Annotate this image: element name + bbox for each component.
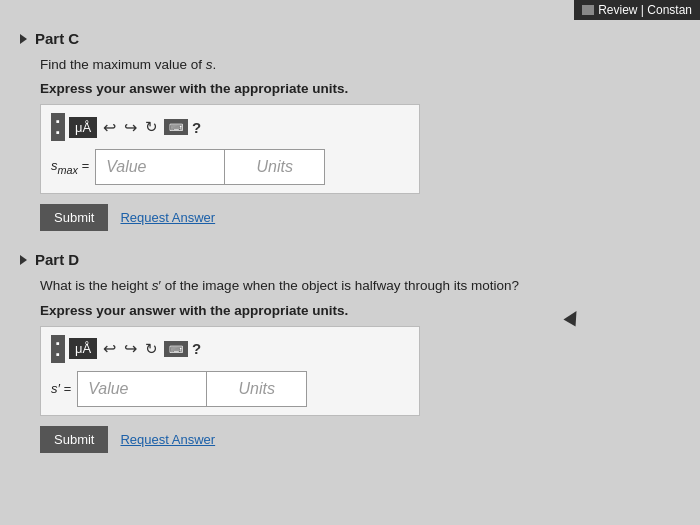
part-d-units-field[interactable]: Units (207, 371, 307, 407)
part-c-undo-btn[interactable]: ↩ (101, 118, 118, 137)
collapse-icon-c[interactable] (20, 34, 27, 44)
part-d-submit-btn[interactable]: Submit (40, 426, 108, 453)
part-c-button-row: Submit Request Answer (40, 204, 680, 231)
top-bar-label: Review | Constan (598, 3, 692, 17)
part-c-units-placeholder: Units (256, 158, 292, 176)
part-c-submit-btn[interactable]: Submit (40, 204, 108, 231)
part-c-section: Part C Find the maximum value of s. Expr… (20, 30, 680, 231)
part-c-keyboard-btn[interactable]: ⌨ (164, 119, 188, 135)
part-c-help-btn[interactable]: ? (192, 119, 201, 136)
part-c-toolbar: ▪▪ μÅ ↩ ↪ ↻ ⌨ ? (51, 113, 409, 141)
part-c-input-row: smax = Value Units (51, 149, 409, 185)
part-c-icon-box-btn[interactable]: ▪▪ (51, 113, 65, 141)
part-d-question: What is the height s′ of the image when … (40, 276, 680, 296)
part-d-answer-box: ▪▪ μÅ ↩ ↪ ↻ ⌨ ? s′ = Value (40, 326, 420, 416)
part-d-help-btn[interactable]: ? (192, 340, 201, 357)
part-c-instruction: Express your answer with the appropriate… (40, 81, 680, 96)
part-c-input-label: smax = (51, 158, 89, 176)
top-bar: Review | Constan (574, 0, 700, 20)
part-d-icon-box-btn[interactable]: ▪▪ (51, 335, 65, 363)
collapse-icon-d[interactable] (20, 255, 27, 265)
part-c-header: Part C (20, 30, 680, 47)
part-d-input-row: s′ = Value Units (51, 371, 409, 407)
part-d-input-label: s′ = (51, 381, 71, 396)
part-c-question: Find the maximum value of s. (40, 55, 680, 75)
part-c-greek-btn[interactable]: μÅ (69, 117, 97, 138)
part-d-instruction: Express your answer with the appropriate… (40, 303, 680, 318)
part-c-value-field[interactable]: Value (95, 149, 225, 185)
part-d-title: Part D (35, 251, 79, 268)
part-d-redo-btn[interactable]: ↪ (122, 339, 139, 358)
part-c-refresh-btn[interactable]: ↻ (143, 118, 160, 136)
part-d-undo-btn[interactable]: ↩ (101, 339, 118, 358)
part-d-keyboard-btn[interactable]: ⌨ (164, 341, 188, 357)
part-d-refresh-btn[interactable]: ↻ (143, 340, 160, 358)
part-d-section: Part D What is the height s′ of the imag… (20, 251, 680, 452)
part-d-header: Part D (20, 251, 680, 268)
part-d-toolbar: ▪▪ μÅ ↩ ↪ ↻ ⌨ ? (51, 335, 409, 363)
part-d-value-field[interactable]: Value (77, 371, 207, 407)
part-c-request-btn[interactable]: Request Answer (120, 210, 215, 225)
part-d-button-row: Submit Request Answer (40, 426, 680, 453)
part-d-greek-btn[interactable]: μÅ (69, 338, 97, 359)
part-c-value-placeholder: Value (106, 158, 146, 176)
part-d-units-placeholder: Units (238, 380, 274, 398)
part-d-value-placeholder: Value (88, 380, 128, 398)
part-c-units-field[interactable]: Units (225, 149, 325, 185)
part-c-answer-box: ▪▪ μÅ ↩ ↪ ↻ ⌨ ? smax = Value (40, 104, 420, 194)
part-c-title: Part C (35, 30, 79, 47)
part-d-request-btn[interactable]: Request Answer (120, 432, 215, 447)
part-c-redo-btn[interactable]: ↪ (122, 118, 139, 137)
video-icon (582, 5, 594, 15)
